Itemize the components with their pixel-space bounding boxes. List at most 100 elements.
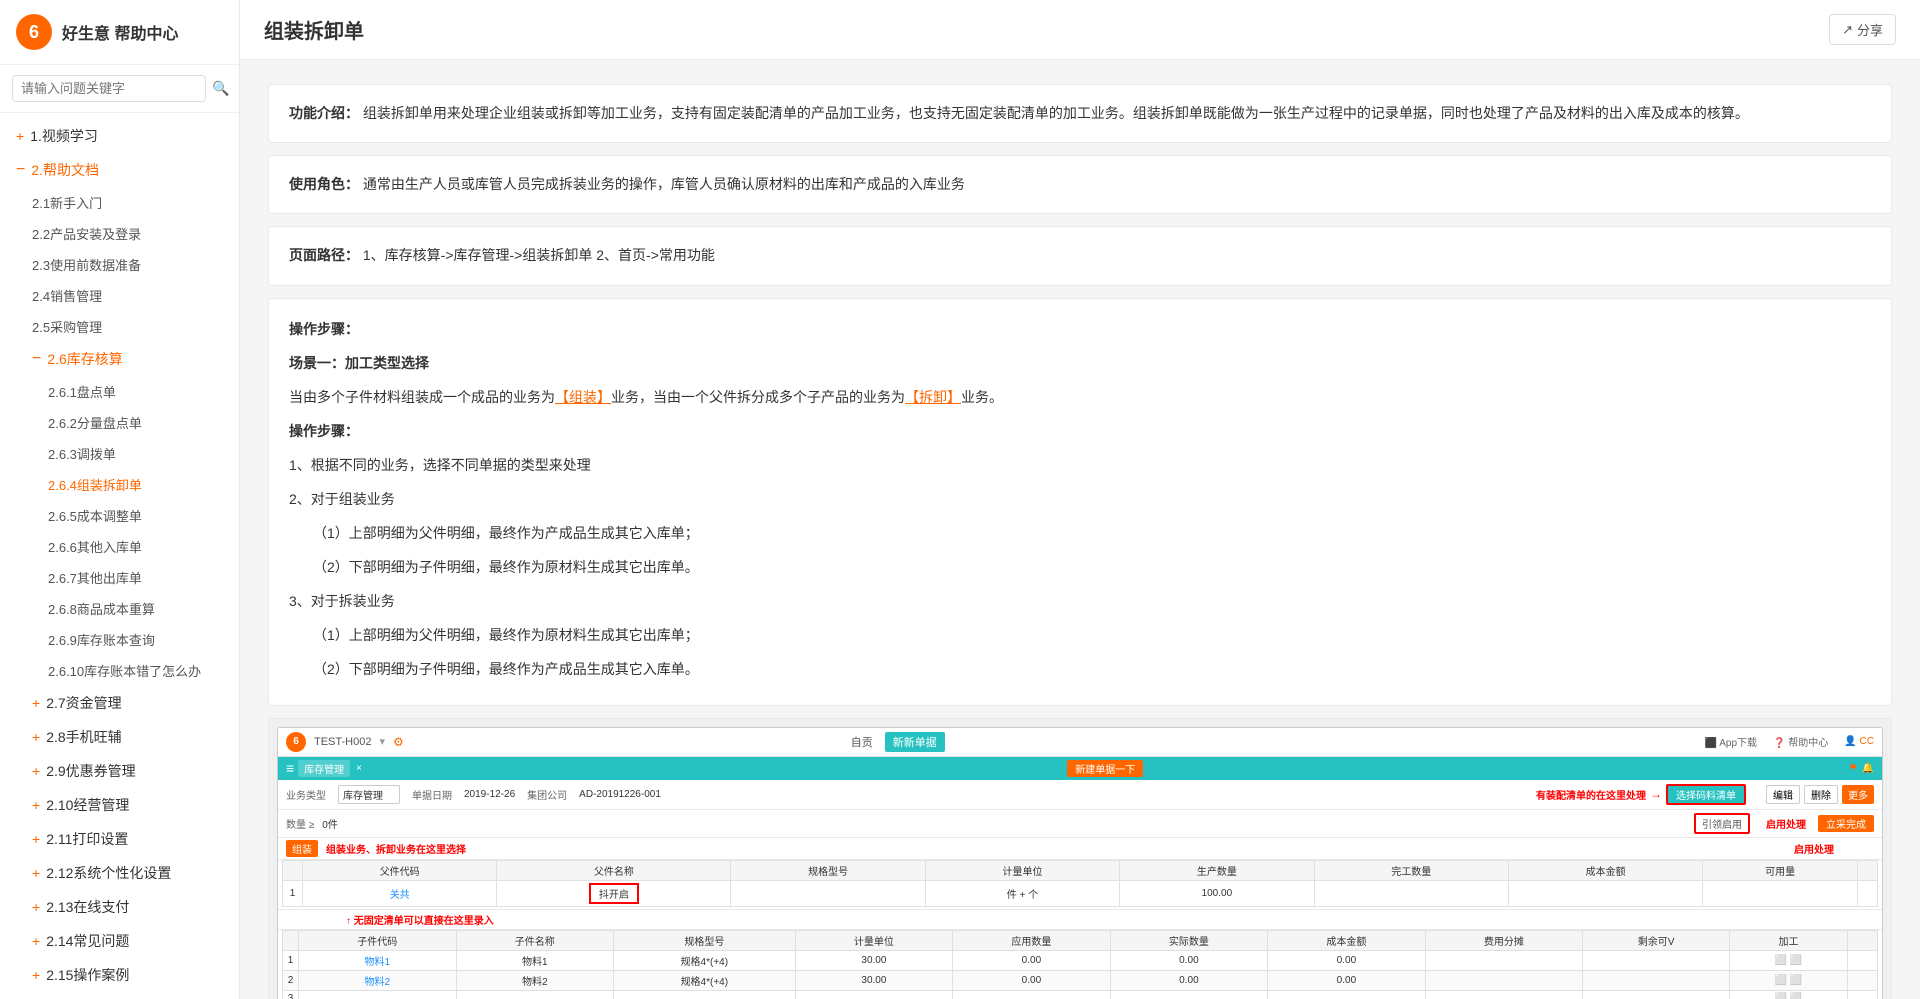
sidebar-sub-item-install[interactable]: 2.2产品安装及登录 — [0, 218, 239, 249]
step2-1: （1）上部明细为父件明细，最终作为产成品生成其它入库单； — [313, 519, 1871, 547]
mock-delete-btn[interactable]: 删除 — [1804, 785, 1838, 804]
sidebar-sub-item-data-prep[interactable]: 2.3使用前数据准备 — [0, 249, 239, 280]
step3-2: （2）下部明细为子件明细，最终作为产成品生成其它入库单。 — [313, 655, 1871, 683]
mock-child-proc1: ⬜ ⬜ — [1729, 950, 1847, 970]
path-text: 1、库存核算->库存管理->组装拆卸单 2、首页->常用功能 — [363, 247, 715, 263]
plus-icon-cases: + — [32, 967, 40, 983]
mock-th-child-name: 子件名称 — [456, 930, 614, 950]
sidebar-sub-item-assembly[interactable]: 2.6.4组装拆卸单 — [0, 469, 239, 500]
mock-nav-newdoc[interactable]: 新新单据 — [885, 732, 945, 752]
mock-bom-btn[interactable]: 选择码料清单 — [1666, 784, 1746, 805]
mock-form-row2: 数量 ≥ 0件 引领启用 启用处理 立采完成 — [278, 810, 1882, 838]
mock-logo: 6 — [286, 732, 306, 752]
disassembly-link[interactable]: 【拆卸】 — [905, 389, 961, 405]
mock-type-indicator: 组装 — [286, 840, 318, 857]
mock-td-name1: 抖开启 — [497, 880, 731, 906]
role-text: 通常由生产人员或库管人员完成拆装业务的操作，库管人员确认原材料的出库和产成品的入… — [363, 176, 965, 192]
mock-td-cost1 — [1508, 880, 1702, 906]
mock-save-btn[interactable]: 更多 — [1842, 785, 1874, 804]
plus-icon: + — [16, 128, 24, 144]
mock-form-type-select[interactable]: 库存管理 — [338, 785, 400, 804]
sidebar-item-finance[interactable]: + 2.7资金管理 — [0, 686, 239, 720]
sidebar-sub-item-cost-adjust[interactable]: 2.6.5成本调整单 — [0, 500, 239, 531]
sidebar-item-operations[interactable]: + 2.10经营管理 — [0, 788, 239, 822]
mock-th-parent-code: 父件代码 — [303, 860, 497, 880]
mock-child-name1: 物料1 — [456, 950, 614, 970]
mock-nav-home[interactable]: 自贡 — [843, 732, 881, 752]
mock-confirm-btn[interactable]: 立采完成 — [1818, 815, 1874, 832]
mock-form-date-label: 单据日期 — [412, 787, 452, 802]
mock-annotation3-right: 启用处理 — [1794, 841, 1834, 856]
sidebar-sub-item-sales[interactable]: 2.4销售管理 — [0, 280, 239, 311]
mock-child-row1: 1 物料1 物料1 规格4*(+4) 30.00 0.00 0.00 0.00 — [283, 950, 1878, 970]
sidebar-sub-item-purchase[interactable]: 2.5采购管理 — [0, 311, 239, 342]
sidebar-item-payment[interactable]: + 2.13在线支付 — [0, 890, 239, 924]
mock-qty-value: 0件 — [322, 816, 338, 831]
mock-th-child-code: 子件代码 — [299, 930, 457, 950]
mock-child-table-area: 子件代码 子件名称 规格型号 计量单位 应用数量 实际数量 成本金额 费用分摊 … — [278, 930, 1882, 999]
step3: 3、对于拆装业务 — [289, 587, 1871, 615]
mock-td-act1 — [1858, 880, 1878, 906]
sidebar-item-inventory[interactable]: − 2.6库存核算 — [0, 342, 239, 376]
minus-icon: − — [16, 162, 25, 178]
mock-th-produce-qty: 生产数量 — [1120, 860, 1314, 880]
mock-th-c-process: 加工 — [1729, 930, 1847, 950]
scenario-desc: 当由多个子件材料组装成一个成品的业务为【组装】业务，当由一个父件拆分成多个子产品… — [289, 383, 1871, 411]
plus-icon-mobile: + — [32, 729, 40, 745]
mock-flag-icon: ⚑ — [1849, 763, 1858, 774]
search-icon[interactable]: 🔍 — [212, 80, 229, 97]
sidebar-item-mobile[interactable]: + 2.8手机旺辅 — [0, 720, 239, 754]
mock-toolbar-inventory[interactable]: 库存管理 — [298, 760, 350, 777]
sidebar-sub-item-batch-stocktake[interactable]: 2.6.2分量盘点单 — [0, 407, 239, 438]
logo-icon: 6 — [16, 14, 52, 50]
sidebar-item-system[interactable]: + 2.12系统个性化设置 — [0, 856, 239, 890]
mock-appstore-link: ⬛ App下载 — [1705, 734, 1757, 749]
sidebar-sub-item-new-user[interactable]: 2.1新手入门 — [0, 187, 239, 218]
mock-annotation-1-area: 有装配清单的在这里处理 → 选择码料清单 — [1536, 784, 1746, 805]
sidebar-sub-item-goods-cost-recalc[interactable]: 2.6.8商品成本重算 — [0, 593, 239, 624]
mock-annotation3-text: 启用处理 — [1766, 816, 1806, 831]
sidebar-sub-item-other-outbound[interactable]: 2.6.7其他出库单 — [0, 562, 239, 593]
sidebar-sub-item-ledger-query[interactable]: 2.6.9库存账本查询 — [0, 624, 239, 655]
mock-type-row: 组装 组装业务、拆卸业务在这里选择 启用处理 — [278, 838, 1882, 860]
screenshot-mock: 6 TEST-H002 ▾ ⚙ 自贡 新新单据 ⬛ App下载 ❓ 帮助中心 👤… — [269, 719, 1891, 999]
role-label: 使用角色： — [289, 176, 359, 192]
mock-form-date-value: 2019-12-26 — [464, 789, 515, 800]
sidebar-item-coupon[interactable]: + 2.9优惠券管理 — [0, 754, 239, 788]
logo-area: 6 好生意 帮助中心 — [0, 0, 239, 65]
sidebar-sub-item-other-inbound[interactable]: 2.6.6其他入库单 — [0, 531, 239, 562]
mock-help-link: ❓ 帮助中心 — [1773, 734, 1828, 749]
mock-new-doc-btn[interactable]: 新建单据一下 — [1067, 760, 1143, 777]
mock-th-c-apply-qty: 应用数量 — [953, 930, 1111, 950]
sidebar-item-print[interactable]: + 2.11打印设置 — [0, 822, 239, 856]
mock-child-row3: 3⬜ ⬜ — [283, 990, 1878, 999]
mock-child-unit1: 30.00 — [795, 950, 953, 970]
sidebar-item-faq[interactable]: + 2.14常见问题 — [0, 924, 239, 958]
assembly-link[interactable]: 【组装】 — [555, 389, 611, 405]
share-button[interactable]: ↗ 分享 — [1829, 14, 1896, 45]
mock-child-table: 子件代码 子件名称 规格型号 计量单位 应用数量 实际数量 成本金额 费用分摊 … — [282, 930, 1878, 999]
sidebar-item-cases[interactable]: + 2.15操作案例 — [0, 958, 239, 992]
sidebar-sub-item-ledger-error[interactable]: 2.6.10库存账本错了怎么办 — [0, 655, 239, 686]
mock-toolbar-close[interactable]: × — [356, 763, 362, 774]
mock-bell-icon: 🔔 — [1862, 763, 1874, 774]
mock-topbar: 6 TEST-H002 ▾ ⚙ 自贡 新新单据 ⬛ App下载 ❓ 帮助中心 👤… — [278, 728, 1882, 757]
sidebar-sub-item-stocktake[interactable]: 2.6.1盘点单 — [0, 376, 239, 407]
mock-form-ref-value: AD-20191226-001 — [579, 789, 661, 800]
mock-nav: 自贡 新新单据 — [843, 732, 1266, 752]
sidebar-item-video-learning[interactable]: + 1.视频学习 — [0, 119, 239, 153]
app-title: 好生意 帮助中心 — [62, 20, 178, 44]
mock-th-cost: 成本金额 — [1508, 860, 1702, 880]
mock-section-toolbar: ≡ 库存管理 × 新建单据一下 ⚑ 🔔 — [278, 757, 1882, 780]
mock-input-highlight1[interactable]: 抖开启 — [589, 883, 639, 904]
search-input[interactable] — [12, 75, 206, 102]
sidebar-item-help-docs[interactable]: − 2.帮助文档 — [0, 153, 239, 187]
mock-edit-btn[interactable]: 编辑 — [1766, 785, 1800, 804]
mock-enable-select[interactable]: 引领启用 — [1694, 813, 1750, 834]
plus-icon-finance: + — [32, 695, 40, 711]
mock-td-cqty1 — [1314, 880, 1508, 906]
intro-label: 功能介绍： — [289, 105, 359, 121]
sidebar-sub-item-transfer[interactable]: 2.6.3调拨单 — [0, 438, 239, 469]
mock-th-unit: 计量单位 — [925, 860, 1119, 880]
mock-th-action-col — [1858, 860, 1878, 880]
